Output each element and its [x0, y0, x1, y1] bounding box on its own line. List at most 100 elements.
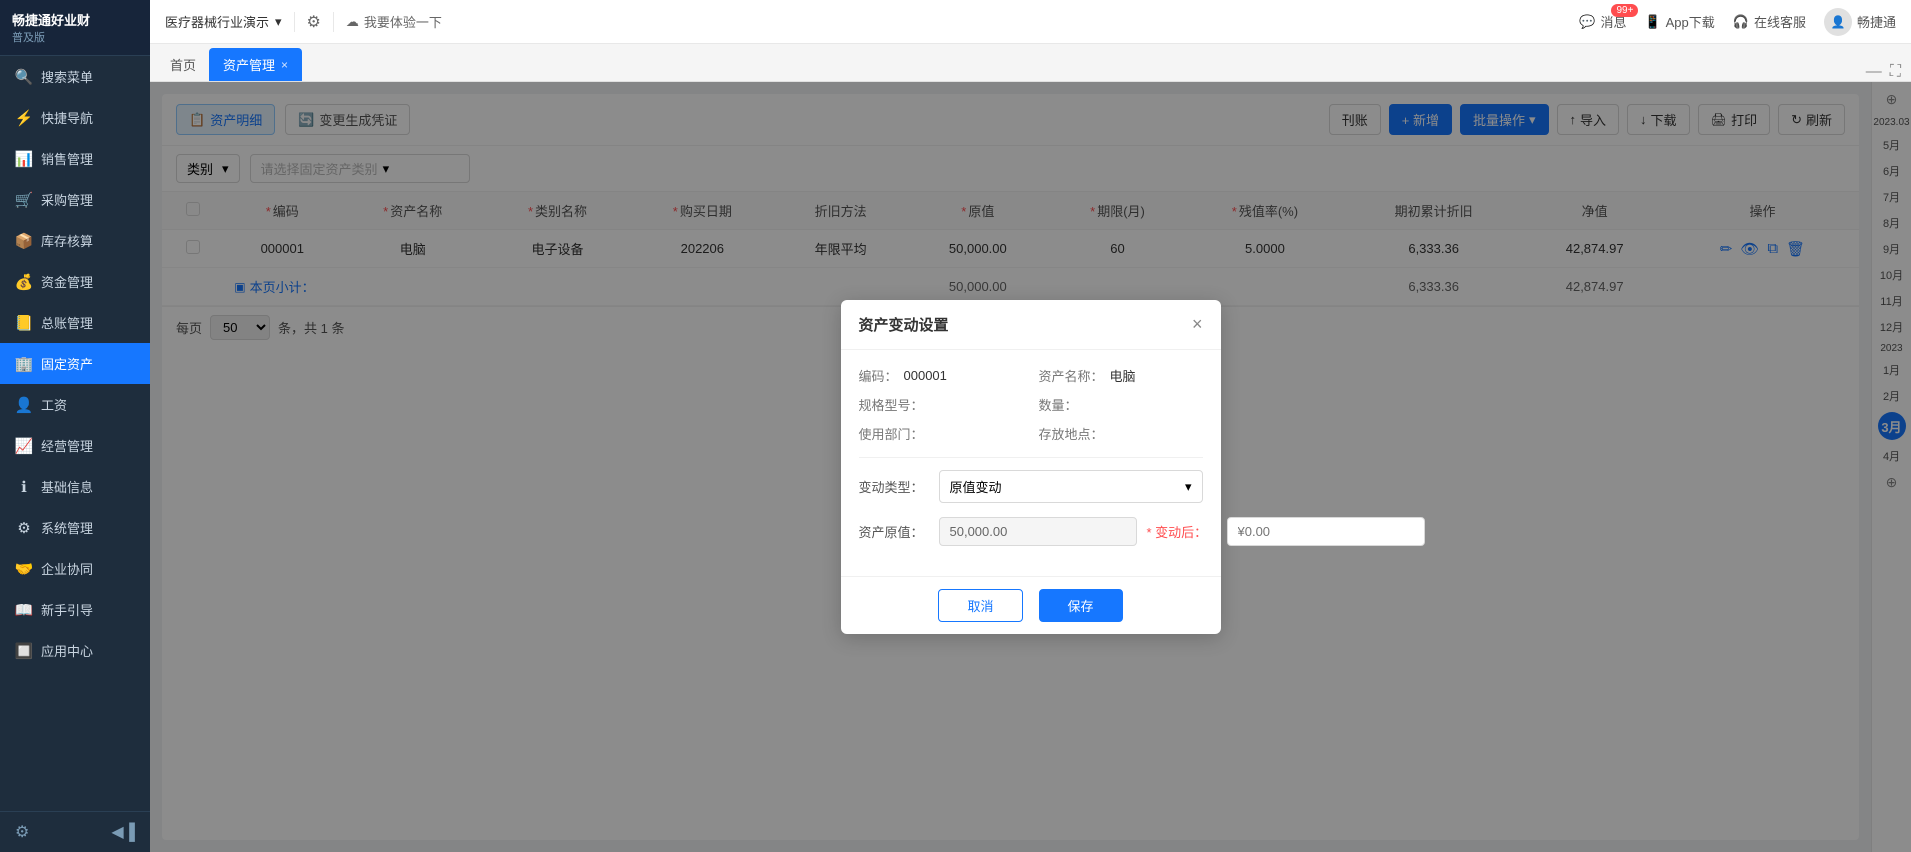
- original-value-label: 资产原值：: [859, 522, 929, 541]
- tab-asset-management[interactable]: 资产管理 ×: [209, 48, 302, 81]
- sidebar-item-enterprise[interactable]: 🤝 企业协同: [0, 548, 150, 589]
- modal-name-item: 资产名称： 电脑: [1039, 366, 1203, 385]
- sidebar-footer: ⚙ ◀▐: [0, 811, 150, 852]
- modal-dept-item: 使用部门：: [859, 424, 1023, 443]
- after-change-input[interactable]: [1227, 517, 1425, 546]
- modal-quantity-label: 数量：: [1039, 395, 1078, 414]
- modal-save-btn[interactable]: 保存: [1039, 589, 1123, 622]
- sidebar: 畅捷通好业财 普及版 🔍 搜索菜单 ⚡ 快捷导航 📊 销售管理 🛒 采购管理 📦…: [0, 0, 150, 852]
- settings-icon[interactable]: ⚙: [15, 822, 29, 842]
- fixed-assets-icon: 🏢: [15, 355, 33, 373]
- sidebar-item-apps[interactable]: 🔲 应用中心: [0, 630, 150, 671]
- change-type-row: 变动类型： 原值变动 ▾: [859, 470, 1203, 503]
- sidebar-item-sales[interactable]: 📊 销售管理: [0, 138, 150, 179]
- sidebar-item-operations[interactable]: 📈 经营管理: [0, 425, 150, 466]
- modal-quantity-item: 数量：: [1039, 395, 1203, 414]
- system-icon: ⚙: [15, 519, 33, 537]
- message-icon: 💬: [1579, 14, 1595, 30]
- sidebar-item-label: 工资: [41, 395, 67, 414]
- apps-icon: 🔲: [15, 642, 33, 660]
- sidebar-item-ledger[interactable]: 📒 总账管理: [0, 302, 150, 343]
- sidebar-item-label: 经营管理: [41, 436, 93, 455]
- modal-body: 编码： 000001 资产名称： 电脑 规格型号： 数量：: [841, 350, 1221, 576]
- tabbar: 首页 资产管理 × — ⛶: [150, 44, 1911, 82]
- modal-dept-label: 使用部门：: [859, 424, 924, 443]
- original-value-input: [939, 517, 1137, 546]
- change-type-select[interactable]: 原值变动 ▾: [939, 470, 1203, 503]
- sidebar-item-finance[interactable]: 💰 资金管理: [0, 261, 150, 302]
- sidebar-item-label: 固定资产: [41, 354, 93, 373]
- sidebar-item-label: 企业协同: [41, 559, 93, 578]
- customer-service-btn[interactable]: 🎧 在线客服: [1733, 12, 1806, 31]
- experience-btn[interactable]: ☁ 我要体验一下: [346, 12, 442, 31]
- sidebar-item-purchase[interactable]: 🛒 采购管理: [0, 179, 150, 220]
- sidebar-item-label: 基础信息: [41, 477, 93, 496]
- tab-close-icon[interactable]: ×: [281, 58, 288, 72]
- sidebar-item-label: 搜索菜单: [41, 67, 93, 86]
- sidebar-item-label: 系统管理: [41, 518, 93, 537]
- change-type-label: 变动类型：: [859, 477, 929, 496]
- modal-code-item: 编码： 000001: [859, 366, 1023, 385]
- sidebar-item-label: 总账管理: [41, 313, 93, 332]
- modal-name-value: 电脑: [1110, 366, 1136, 385]
- modal-spec-label: 规格型号：: [859, 395, 924, 414]
- purchase-icon: 🛒: [15, 191, 33, 209]
- modal-close-btn[interactable]: ×: [1192, 314, 1203, 335]
- operations-icon: 📈: [15, 437, 33, 455]
- search-icon: 🔍: [15, 68, 33, 86]
- user-name: 畅捷通: [1857, 12, 1896, 31]
- modal-header: 资产变动设置 ×: [841, 300, 1221, 350]
- app-download-btn[interactable]: 📱 App下载: [1644, 12, 1714, 31]
- sidebar-menu: 🔍 搜索菜单 ⚡ 快捷导航 📊 销售管理 🛒 采购管理 📦 库存核算 💰 资金管…: [0, 56, 150, 811]
- company-name: 医疗器械行业演示: [165, 12, 269, 31]
- collapse-icon[interactable]: ◀▐: [111, 822, 135, 842]
- divider2: [333, 12, 334, 32]
- asset-change-modal: 资产变动设置 × 编码： 000001 资产名称： 电脑: [841, 300, 1221, 634]
- change-type-value: 原值变动: [950, 477, 1002, 496]
- message-btn[interactable]: 💬 消息 99+: [1579, 12, 1626, 31]
- main-area: 医疗器械行业演示 ▾ ⚙ ☁ 我要体验一下 💬 消息 99+ 📱 App下载 🎧…: [150, 0, 1911, 852]
- sidebar-item-label: 快捷导航: [41, 108, 93, 127]
- content-area: 📋 资产明细 🔄 变更生成凭证 刊账 + 新增: [150, 82, 1911, 852]
- modal-name-label: 资产名称：: [1039, 366, 1104, 385]
- app-download-label: App下载: [1666, 12, 1715, 31]
- sidebar-item-basic[interactable]: ℹ 基础信息: [0, 466, 150, 507]
- payroll-icon: 👤: [15, 396, 33, 414]
- minimize-icon[interactable]: —: [1866, 63, 1882, 81]
- modal-code-label: 编码：: [859, 366, 898, 385]
- service-label: 在线客服: [1754, 12, 1806, 31]
- sidebar-item-label: 采购管理: [41, 190, 93, 209]
- user-info[interactable]: 👤 畅捷通: [1824, 8, 1896, 36]
- company-selector[interactable]: 医疗器械行业演示 ▾: [165, 12, 282, 31]
- guide-icon: 📖: [15, 601, 33, 619]
- avatar: 👤: [1824, 8, 1852, 36]
- sidebar-item-inventory[interactable]: 📦 库存核算: [0, 220, 150, 261]
- sidebar-item-search[interactable]: 🔍 搜索菜单: [0, 56, 150, 97]
- modal-overlay: 资产变动设置 × 编码： 000001 资产名称： 电脑: [150, 82, 1911, 852]
- sidebar-logo: 畅捷通好业财 普及版: [0, 0, 150, 56]
- sidebar-item-label: 销售管理: [41, 149, 93, 168]
- experience-text: 我要体验一下: [364, 12, 442, 31]
- sidebar-item-quicknav[interactable]: ⚡ 快捷导航: [0, 97, 150, 138]
- service-icon: 🎧: [1733, 14, 1749, 30]
- quicknav-icon: ⚡: [15, 109, 33, 127]
- maximize-icon[interactable]: ⛶: [1890, 63, 1901, 81]
- sidebar-item-fixed[interactable]: 🏢 固定资产: [0, 343, 150, 384]
- sidebar-item-system[interactable]: ⚙ 系统管理: [0, 507, 150, 548]
- sidebar-item-guide[interactable]: 📖 新手引导: [0, 589, 150, 630]
- modal-info-grid: 编码： 000001 资产名称： 电脑 规格型号： 数量：: [859, 366, 1203, 443]
- modal-title: 资产变动设置: [859, 314, 949, 335]
- after-change-label: * 变动后：: [1147, 522, 1217, 541]
- sidebar-item-label: 资金管理: [41, 272, 93, 291]
- sidebar-item-payroll[interactable]: 👤 工资: [0, 384, 150, 425]
- settings-gear-icon[interactable]: ⚙: [307, 12, 321, 32]
- modal-code-value: 000001: [904, 368, 947, 383]
- tab-home[interactable]: 首页: [160, 48, 206, 81]
- tab-asset-label: 资产管理: [223, 55, 275, 74]
- topbar: 医疗器械行业演示 ▾ ⚙ ☁ 我要体验一下 💬 消息 99+ 📱 App下载 🎧…: [150, 0, 1911, 44]
- tab-home-label: 首页: [170, 55, 196, 74]
- download-icon: 📱: [1644, 14, 1660, 30]
- modal-divider: [859, 457, 1203, 458]
- divider1: [294, 12, 295, 32]
- modal-cancel-btn[interactable]: 取消: [938, 589, 1022, 622]
